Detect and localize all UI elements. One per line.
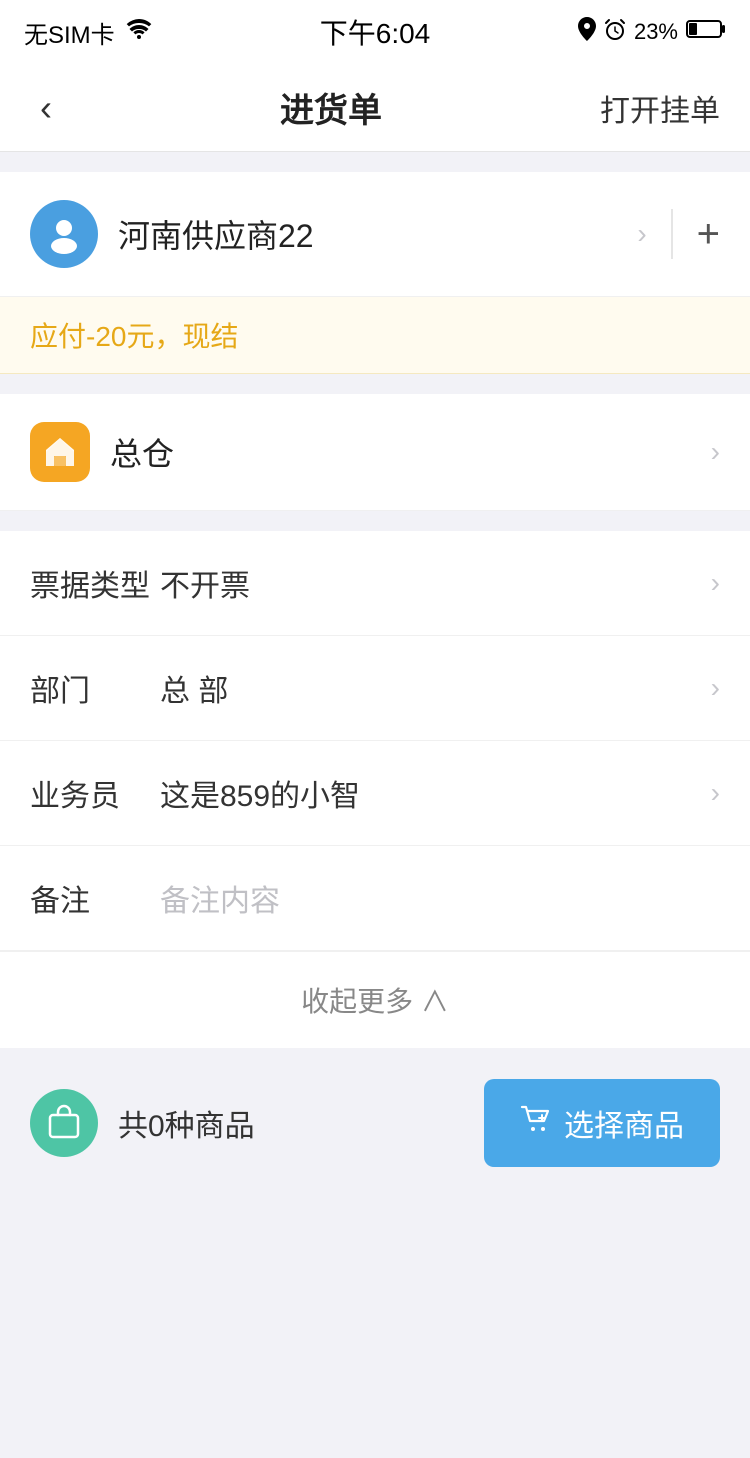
warehouse-icon xyxy=(30,422,90,482)
supplier-avatar xyxy=(30,200,98,268)
open-pending-button[interactable]: 打开挂单 xyxy=(600,86,720,130)
status-bar: 无SIM卡 下午6:04 23% xyxy=(0,0,750,64)
separator-4 xyxy=(0,1048,750,1068)
warehouse-chevron-icon: › xyxy=(711,436,720,468)
supplier-section: 河南供应商22 › + 应付-20元，现结 xyxy=(0,172,750,374)
separator-1 xyxy=(0,152,750,172)
select-product-button[interactable]: 选择商品 xyxy=(484,1079,720,1167)
invoice-value: 不开票 xyxy=(160,561,701,605)
department-chevron-icon: › xyxy=(711,672,720,704)
balance-notice: 应付-20元，现结 xyxy=(0,297,750,374)
department-value: 总 部 xyxy=(160,666,701,710)
collapse-text: 收起更多 ∧ xyxy=(301,980,449,1020)
alarm-icon xyxy=(604,18,626,46)
bottom-bar: 共0种商品 选择商品 xyxy=(0,1068,750,1178)
warehouse-name: 总仓 xyxy=(110,429,701,475)
signal-text: 无SIM卡 xyxy=(24,15,115,50)
nav-bar: ‹ 进货单 打开挂单 xyxy=(0,64,750,152)
cart-icon xyxy=(520,1105,552,1141)
page-title: 进货单 xyxy=(280,83,382,132)
product-count: 共0种商品 xyxy=(118,1101,464,1145)
remark-label: 备注 xyxy=(30,876,160,920)
product-icon xyxy=(30,1089,98,1157)
invoice-chevron-icon: › xyxy=(711,567,720,599)
remark-row[interactable]: 备注 备注内容 xyxy=(0,846,750,951)
supplier-name: 河南供应商22 xyxy=(118,211,627,257)
salesman-row[interactable]: 业务员 这是859的小智 › xyxy=(0,741,750,846)
add-button[interactable]: + xyxy=(697,212,720,257)
warehouse-section: 总仓 › xyxy=(0,394,750,511)
wifi-icon xyxy=(125,18,153,46)
select-product-label: 选择商品 xyxy=(564,1101,684,1145)
salesman-value: 这是859的小智 xyxy=(160,771,701,815)
status-time: 下午6:04 xyxy=(320,12,431,52)
gray-background xyxy=(0,1178,750,1458)
separator-2 xyxy=(0,374,750,394)
supplier-row[interactable]: 河南供应商22 › + xyxy=(0,172,750,297)
battery-icon xyxy=(686,19,726,45)
supplier-chevron-icon: › xyxy=(637,218,646,250)
balance-text: 应付-20元，现结 xyxy=(30,321,238,352)
invoice-row[interactable]: 票据类型 不开票 › xyxy=(0,531,750,636)
department-label: 部门 xyxy=(30,666,160,710)
department-row[interactable]: 部门 总 部 › xyxy=(0,636,750,741)
location-icon xyxy=(578,17,596,47)
collapse-row[interactable]: 收起更多 ∧ xyxy=(0,951,750,1048)
remark-input[interactable]: 备注内容 xyxy=(160,876,720,920)
salesman-label: 业务员 xyxy=(30,771,160,815)
invoice-label: 票据类型 xyxy=(30,561,160,605)
divider xyxy=(671,209,673,259)
battery-text: 23% xyxy=(634,19,678,45)
form-section: 票据类型 不开票 › 部门 总 部 › 业务员 这是859的小智 › 备注 备注… xyxy=(0,531,750,1048)
salesman-chevron-icon: › xyxy=(711,777,720,809)
separator-3 xyxy=(0,511,750,531)
back-button[interactable]: ‹ xyxy=(30,77,62,139)
warehouse-row[interactable]: 总仓 › xyxy=(0,394,750,511)
